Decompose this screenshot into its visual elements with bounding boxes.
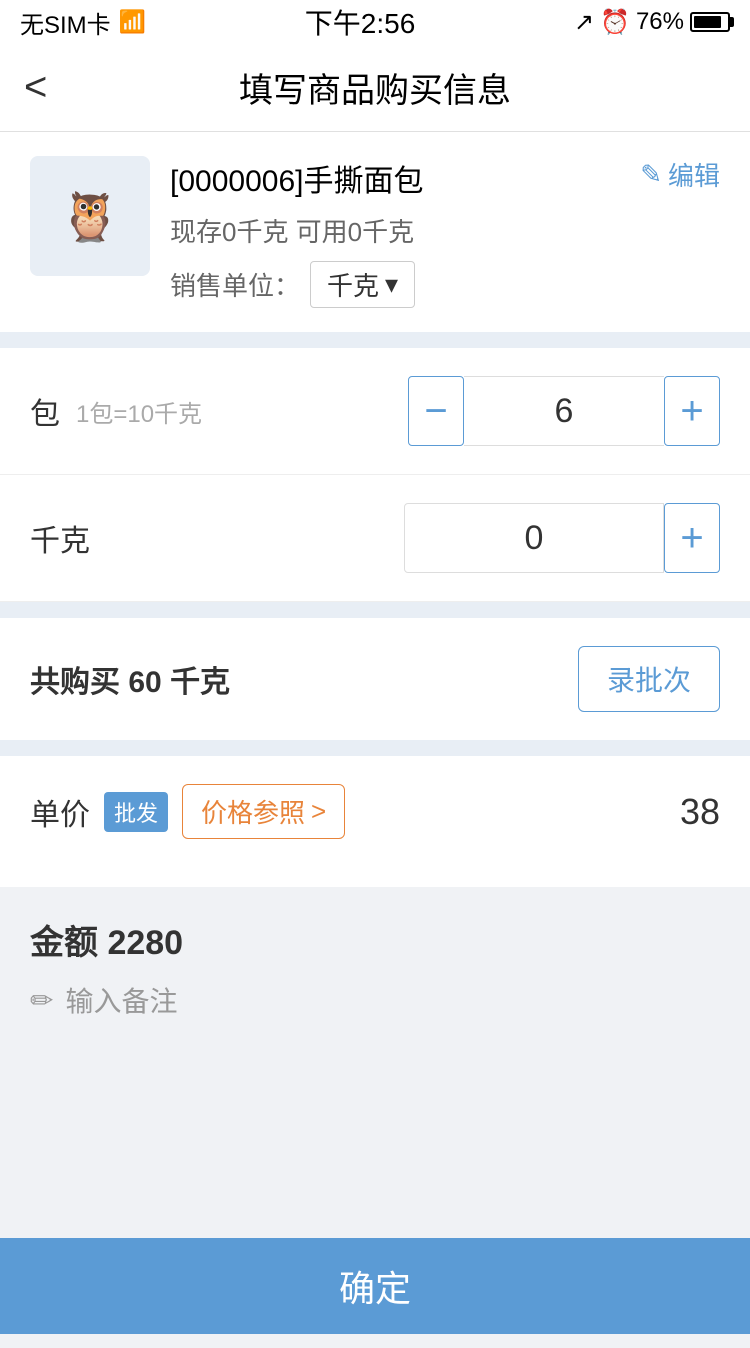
- pencil-icon: ✏: [30, 984, 53, 1017]
- product-image: 🦉: [30, 156, 150, 276]
- amount-value: 2280: [107, 924, 183, 962]
- carrier-text: 无SIM卡: [20, 5, 111, 40]
- alarm-icon: ⏰: [600, 8, 630, 37]
- package-plus-button[interactable]: +: [664, 376, 720, 446]
- unit-value: 千克: [327, 266, 379, 303]
- price-ref-button[interactable]: 价格参照 >: [182, 784, 345, 839]
- product-name: [0000006]手撕面包: [170, 156, 720, 200]
- battery-percent: 76%: [636, 8, 684, 36]
- price-value: 38: [680, 791, 720, 833]
- time-display: 下午2:56: [305, 2, 416, 42]
- batch-record-button[interactable]: 录批次: [578, 646, 720, 712]
- back-button[interactable]: <: [24, 65, 47, 110]
- price-label: 单价 批发 价格参照 >: [30, 784, 345, 839]
- edit-button[interactable]: ✎ 编辑: [640, 156, 720, 193]
- package-label-text: 包: [30, 389, 60, 433]
- status-right: ↗ ⏰ 76%: [574, 8, 730, 37]
- product-card: 🦉 [0000006]手撕面包 现存0千克 可用0千克 销售单位： 千克 ▾ ✎…: [0, 132, 750, 332]
- package-label: 包 1包=10千克: [30, 389, 202, 433]
- unit-label: 销售单位：: [170, 266, 300, 303]
- kg-plus-button[interactable]: +: [664, 503, 720, 573]
- total-unit-value: 千克: [170, 666, 230, 699]
- status-left: 无SIM卡 📶: [20, 5, 146, 40]
- amount-row: 金额 2280: [30, 915, 720, 964]
- product-logo: 🦉: [60, 188, 120, 245]
- page-title: 填写商品购买信息: [239, 63, 511, 112]
- package-hint: 1包=10千克: [76, 394, 202, 429]
- input-section: 包 1包=10千克 − + 千克 +: [0, 348, 750, 602]
- remark-label: 输入备注: [65, 980, 177, 1020]
- kg-stepper: +: [404, 503, 720, 573]
- package-input[interactable]: [464, 376, 664, 446]
- divider-2: [0, 602, 750, 618]
- confirm-button[interactable]: 确定: [0, 1238, 750, 1334]
- battery-icon: [690, 12, 730, 32]
- edit-label: 编辑: [668, 156, 720, 193]
- status-bar: 无SIM卡 📶 下午2:56 ↗ ⏰ 76%: [0, 0, 750, 44]
- price-row: 单价 批发 价格参照 > 38: [30, 784, 720, 839]
- wifi-icon: 📶: [119, 9, 146, 35]
- product-unit-row: 销售单位： 千克 ▾: [170, 261, 720, 308]
- unit-select[interactable]: 千克 ▾: [310, 261, 415, 308]
- confirm-label: 确定: [339, 1260, 411, 1312]
- product-stock: 现存0千克 可用0千克: [170, 212, 720, 249]
- location-icon: ↗: [574, 8, 594, 37]
- package-minus-button[interactable]: −: [408, 376, 464, 446]
- kg-row: 千克 +: [0, 475, 750, 602]
- kg-label-text: 千克: [30, 516, 90, 560]
- unit-dropdown-icon: ▾: [385, 269, 398, 300]
- total-unit: [162, 666, 170, 699]
- price-ref-arrow: >: [311, 796, 326, 827]
- total-row: 共购买 60 千克 录批次: [0, 618, 750, 740]
- total-amount-value: 60: [128, 666, 161, 699]
- nav-bar: < 填写商品购买信息: [0, 44, 750, 132]
- divider-3: [0, 740, 750, 756]
- price-section: 单价 批发 价格参照 > 38: [0, 756, 750, 887]
- remark-row[interactable]: ✏ 输入备注: [30, 980, 720, 1020]
- package-stepper: − +: [408, 376, 720, 446]
- kg-input[interactable]: [404, 503, 664, 573]
- price-ref-label: 价格参照: [201, 793, 305, 830]
- total-label: 共购买: [30, 666, 120, 699]
- total-text: 共购买 60 千克: [30, 657, 230, 701]
- package-row: 包 1包=10千克 − +: [0, 348, 750, 475]
- product-info: [0000006]手撕面包 现存0千克 可用0千克 销售单位： 千克 ▾: [170, 156, 720, 308]
- edit-icon: ✎: [640, 159, 662, 190]
- amount-section: 金额 2280 ✏ 输入备注: [0, 887, 750, 1048]
- amount-label: 金额: [30, 924, 98, 962]
- divider-1: [0, 332, 750, 348]
- batch-tag: 批发: [104, 792, 168, 832]
- kg-label: 千克: [30, 516, 90, 560]
- price-label-text: 单价: [30, 790, 90, 834]
